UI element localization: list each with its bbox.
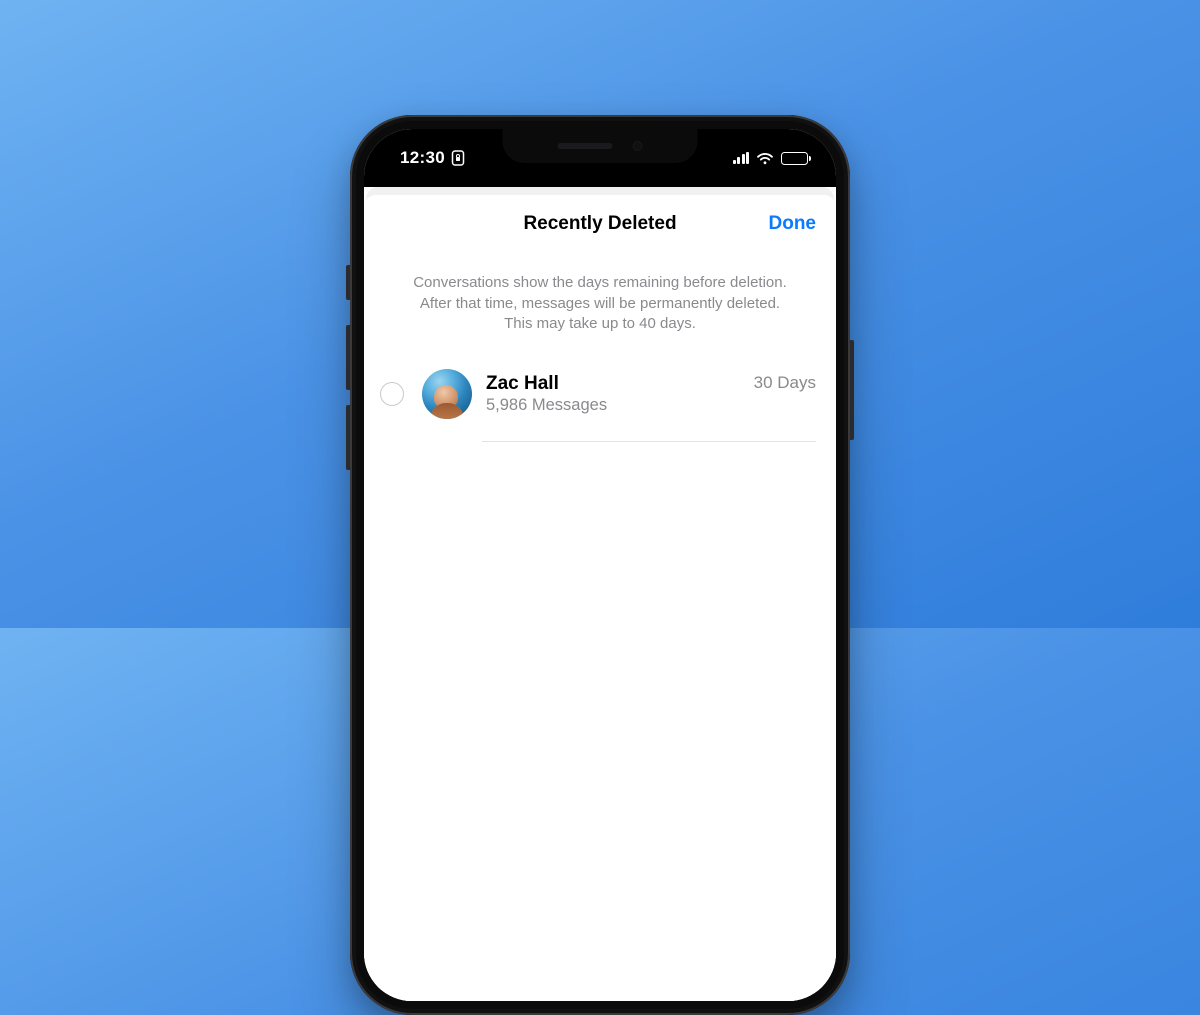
phone-screen: 12:30 bbox=[364, 129, 836, 1001]
recently-deleted-sheet: Recently Deleted Done Conversations show… bbox=[364, 195, 836, 1001]
row-divider bbox=[482, 441, 816, 442]
battery-icon bbox=[781, 152, 808, 165]
app-content: Recently Deleted Done Conversations show… bbox=[364, 187, 836, 1001]
volume-down-button bbox=[346, 405, 350, 470]
mute-switch bbox=[346, 265, 350, 300]
sheet-title: Recently Deleted bbox=[523, 213, 676, 235]
earpiece-speaker bbox=[558, 143, 613, 149]
sheet-description: Conversations show the days remaining be… bbox=[364, 245, 836, 361]
sheet-nav-bar: Recently Deleted Done bbox=[364, 195, 836, 245]
rotation-lock-icon bbox=[451, 150, 465, 166]
volume-up-button bbox=[346, 325, 350, 390]
front-camera bbox=[633, 141, 643, 151]
message-count: 5,986 Messages bbox=[486, 396, 744, 415]
conversation-text: Zac Hall 5,986 Messages bbox=[486, 373, 744, 416]
contact-avatar bbox=[422, 369, 472, 419]
phone-frame: 12:30 bbox=[350, 115, 850, 1015]
display-notch bbox=[503, 129, 698, 163]
select-circle[interactable] bbox=[380, 382, 404, 406]
contact-name: Zac Hall bbox=[486, 373, 744, 396]
status-time: 12:30 bbox=[400, 148, 445, 168]
done-button[interactable]: Done bbox=[769, 213, 817, 235]
wifi-icon bbox=[756, 152, 774, 165]
days-remaining: 30 Days bbox=[754, 373, 816, 393]
cellular-signal-icon bbox=[733, 152, 750, 164]
side-button bbox=[850, 340, 854, 440]
conversation-row[interactable]: Zac Hall 5,986 Messages 30 Days bbox=[364, 361, 836, 433]
